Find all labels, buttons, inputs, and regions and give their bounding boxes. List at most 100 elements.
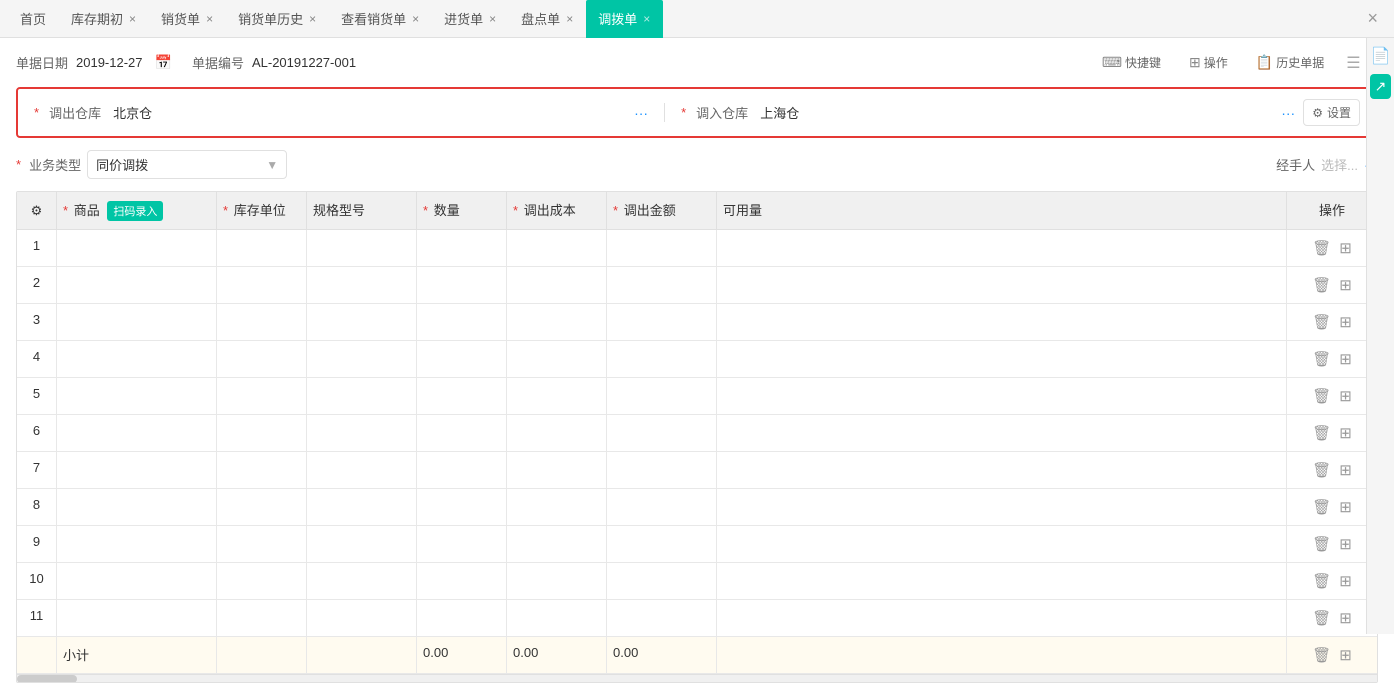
row-delete-icon[interactable]: 🗑: [1312, 387, 1331, 405]
row-product[interactable]: [57, 526, 217, 562]
window-close-button[interactable]: ×: [1359, 8, 1386, 29]
row-copy-icon[interactable]: ⊞: [1339, 572, 1352, 590]
row-spec[interactable]: [307, 304, 417, 340]
row-copy-icon[interactable]: ⊞: [1339, 350, 1352, 368]
row-copy-icon[interactable]: ⊞: [1339, 424, 1352, 442]
row-amount[interactable]: [607, 600, 717, 636]
row-spec[interactable]: [307, 378, 417, 414]
tab-view-sales[interactable]: 查看销货单 ×: [329, 0, 432, 38]
sidebar-export-icon[interactable]: ↗: [1370, 74, 1392, 99]
row-copy-icon[interactable]: ⊞: [1339, 609, 1352, 627]
close-purchase-order[interactable]: ×: [489, 12, 496, 26]
close-transfer-order[interactable]: ×: [643, 12, 650, 26]
row-cost[interactable]: [507, 304, 607, 340]
row-available[interactable]: [717, 526, 1287, 562]
row-spec[interactable]: [307, 230, 417, 266]
row-available[interactable]: [717, 230, 1287, 266]
row-available[interactable]: [717, 378, 1287, 414]
row-spec[interactable]: [307, 489, 417, 525]
row-spec[interactable]: [307, 600, 417, 636]
row-amount[interactable]: [607, 415, 717, 451]
row-amount[interactable]: [607, 452, 717, 488]
row-product[interactable]: [57, 600, 217, 636]
table-settings-icon[interactable]: ⚙: [17, 192, 57, 229]
row-unit[interactable]: [217, 415, 307, 451]
row-available[interactable]: [717, 304, 1287, 340]
row-cost[interactable]: [507, 415, 607, 451]
row-cost[interactable]: [507, 341, 607, 377]
row-delete-icon[interactable]: 🗑: [1312, 424, 1331, 442]
tab-purchase-order[interactable]: 进货单 ×: [432, 0, 509, 38]
row-quantity[interactable]: [417, 563, 507, 599]
tab-sales-history[interactable]: 销货单历史 ×: [226, 0, 329, 38]
row-quantity[interactable]: [417, 526, 507, 562]
handler-value[interactable]: 选择...: [1321, 155, 1358, 174]
close-view-sales[interactable]: ×: [412, 12, 419, 26]
row-product[interactable]: [57, 341, 217, 377]
row-quantity[interactable]: [417, 267, 507, 303]
row-copy-icon[interactable]: ⊞: [1339, 313, 1352, 331]
calendar-icon[interactable]: 📅: [155, 54, 172, 71]
row-quantity[interactable]: [417, 378, 507, 414]
row-product[interactable]: [57, 230, 217, 266]
row-spec[interactable]: [307, 415, 417, 451]
row-cost[interactable]: [507, 600, 607, 636]
row-cost[interactable]: [507, 563, 607, 599]
row-delete-icon[interactable]: 🗑: [1312, 239, 1331, 257]
row-quantity[interactable]: [417, 600, 507, 636]
row-available[interactable]: [717, 489, 1287, 525]
row-unit[interactable]: [217, 526, 307, 562]
row-spec[interactable]: [307, 563, 417, 599]
tab-transfer-order[interactable]: 调拨单 ×: [586, 0, 663, 38]
operations-btn[interactable]: ⊞ 操作: [1183, 50, 1234, 75]
row-available[interactable]: [717, 563, 1287, 599]
close-inventory-count[interactable]: ×: [566, 12, 573, 26]
subtotal-copy-icon[interactable]: ⊞: [1339, 646, 1352, 664]
row-unit[interactable]: [217, 378, 307, 414]
row-amount[interactable]: [607, 304, 717, 340]
row-product[interactable]: [57, 415, 217, 451]
source-warehouse-more[interactable]: ···: [634, 105, 648, 121]
row-quantity[interactable]: [417, 341, 507, 377]
row-copy-icon[interactable]: ⊞: [1339, 461, 1352, 479]
row-delete-icon[interactable]: 🗑: [1312, 572, 1331, 590]
row-amount[interactable]: [607, 267, 717, 303]
row-unit[interactable]: [217, 230, 307, 266]
row-amount[interactable]: [607, 341, 717, 377]
row-spec[interactable]: [307, 452, 417, 488]
settings-button[interactable]: ⚙ 设置: [1303, 99, 1360, 126]
row-delete-icon[interactable]: 🗑: [1312, 276, 1331, 294]
row-amount[interactable]: [607, 378, 717, 414]
row-copy-icon[interactable]: ⊞: [1339, 239, 1352, 257]
row-delete-icon[interactable]: 🗑: [1312, 535, 1331, 553]
row-quantity[interactable]: [417, 415, 507, 451]
close-sales-order[interactable]: ×: [206, 12, 213, 26]
row-cost[interactable]: [507, 452, 607, 488]
layout-icon-1[interactable]: ☰: [1346, 53, 1360, 73]
row-unit[interactable]: [217, 489, 307, 525]
row-unit[interactable]: [217, 304, 307, 340]
close-inventory-init[interactable]: ×: [129, 12, 136, 26]
row-unit[interactable]: [217, 600, 307, 636]
row-available[interactable]: [717, 341, 1287, 377]
row-available[interactable]: [717, 415, 1287, 451]
scroll-bar[interactable]: [17, 674, 1377, 682]
row-copy-icon[interactable]: ⊞: [1339, 498, 1352, 516]
row-available[interactable]: [717, 267, 1287, 303]
subtotal-delete-icon[interactable]: 🗑: [1312, 646, 1331, 664]
row-spec[interactable]: [307, 267, 417, 303]
row-cost[interactable]: [507, 378, 607, 414]
row-spec[interactable]: [307, 341, 417, 377]
row-product[interactable]: [57, 489, 217, 525]
row-copy-icon[interactable]: ⊞: [1339, 535, 1352, 553]
row-quantity[interactable]: [417, 452, 507, 488]
row-delete-icon[interactable]: 🗑: [1312, 461, 1331, 479]
row-spec[interactable]: [307, 526, 417, 562]
shortcuts-btn[interactable]: ⌨ 快捷键: [1096, 50, 1167, 75]
tab-home[interactable]: 首页: [8, 0, 59, 38]
row-unit[interactable]: [217, 563, 307, 599]
row-quantity[interactable]: [417, 304, 507, 340]
row-cost[interactable]: [507, 489, 607, 525]
row-cost[interactable]: [507, 230, 607, 266]
row-amount[interactable]: [607, 526, 717, 562]
